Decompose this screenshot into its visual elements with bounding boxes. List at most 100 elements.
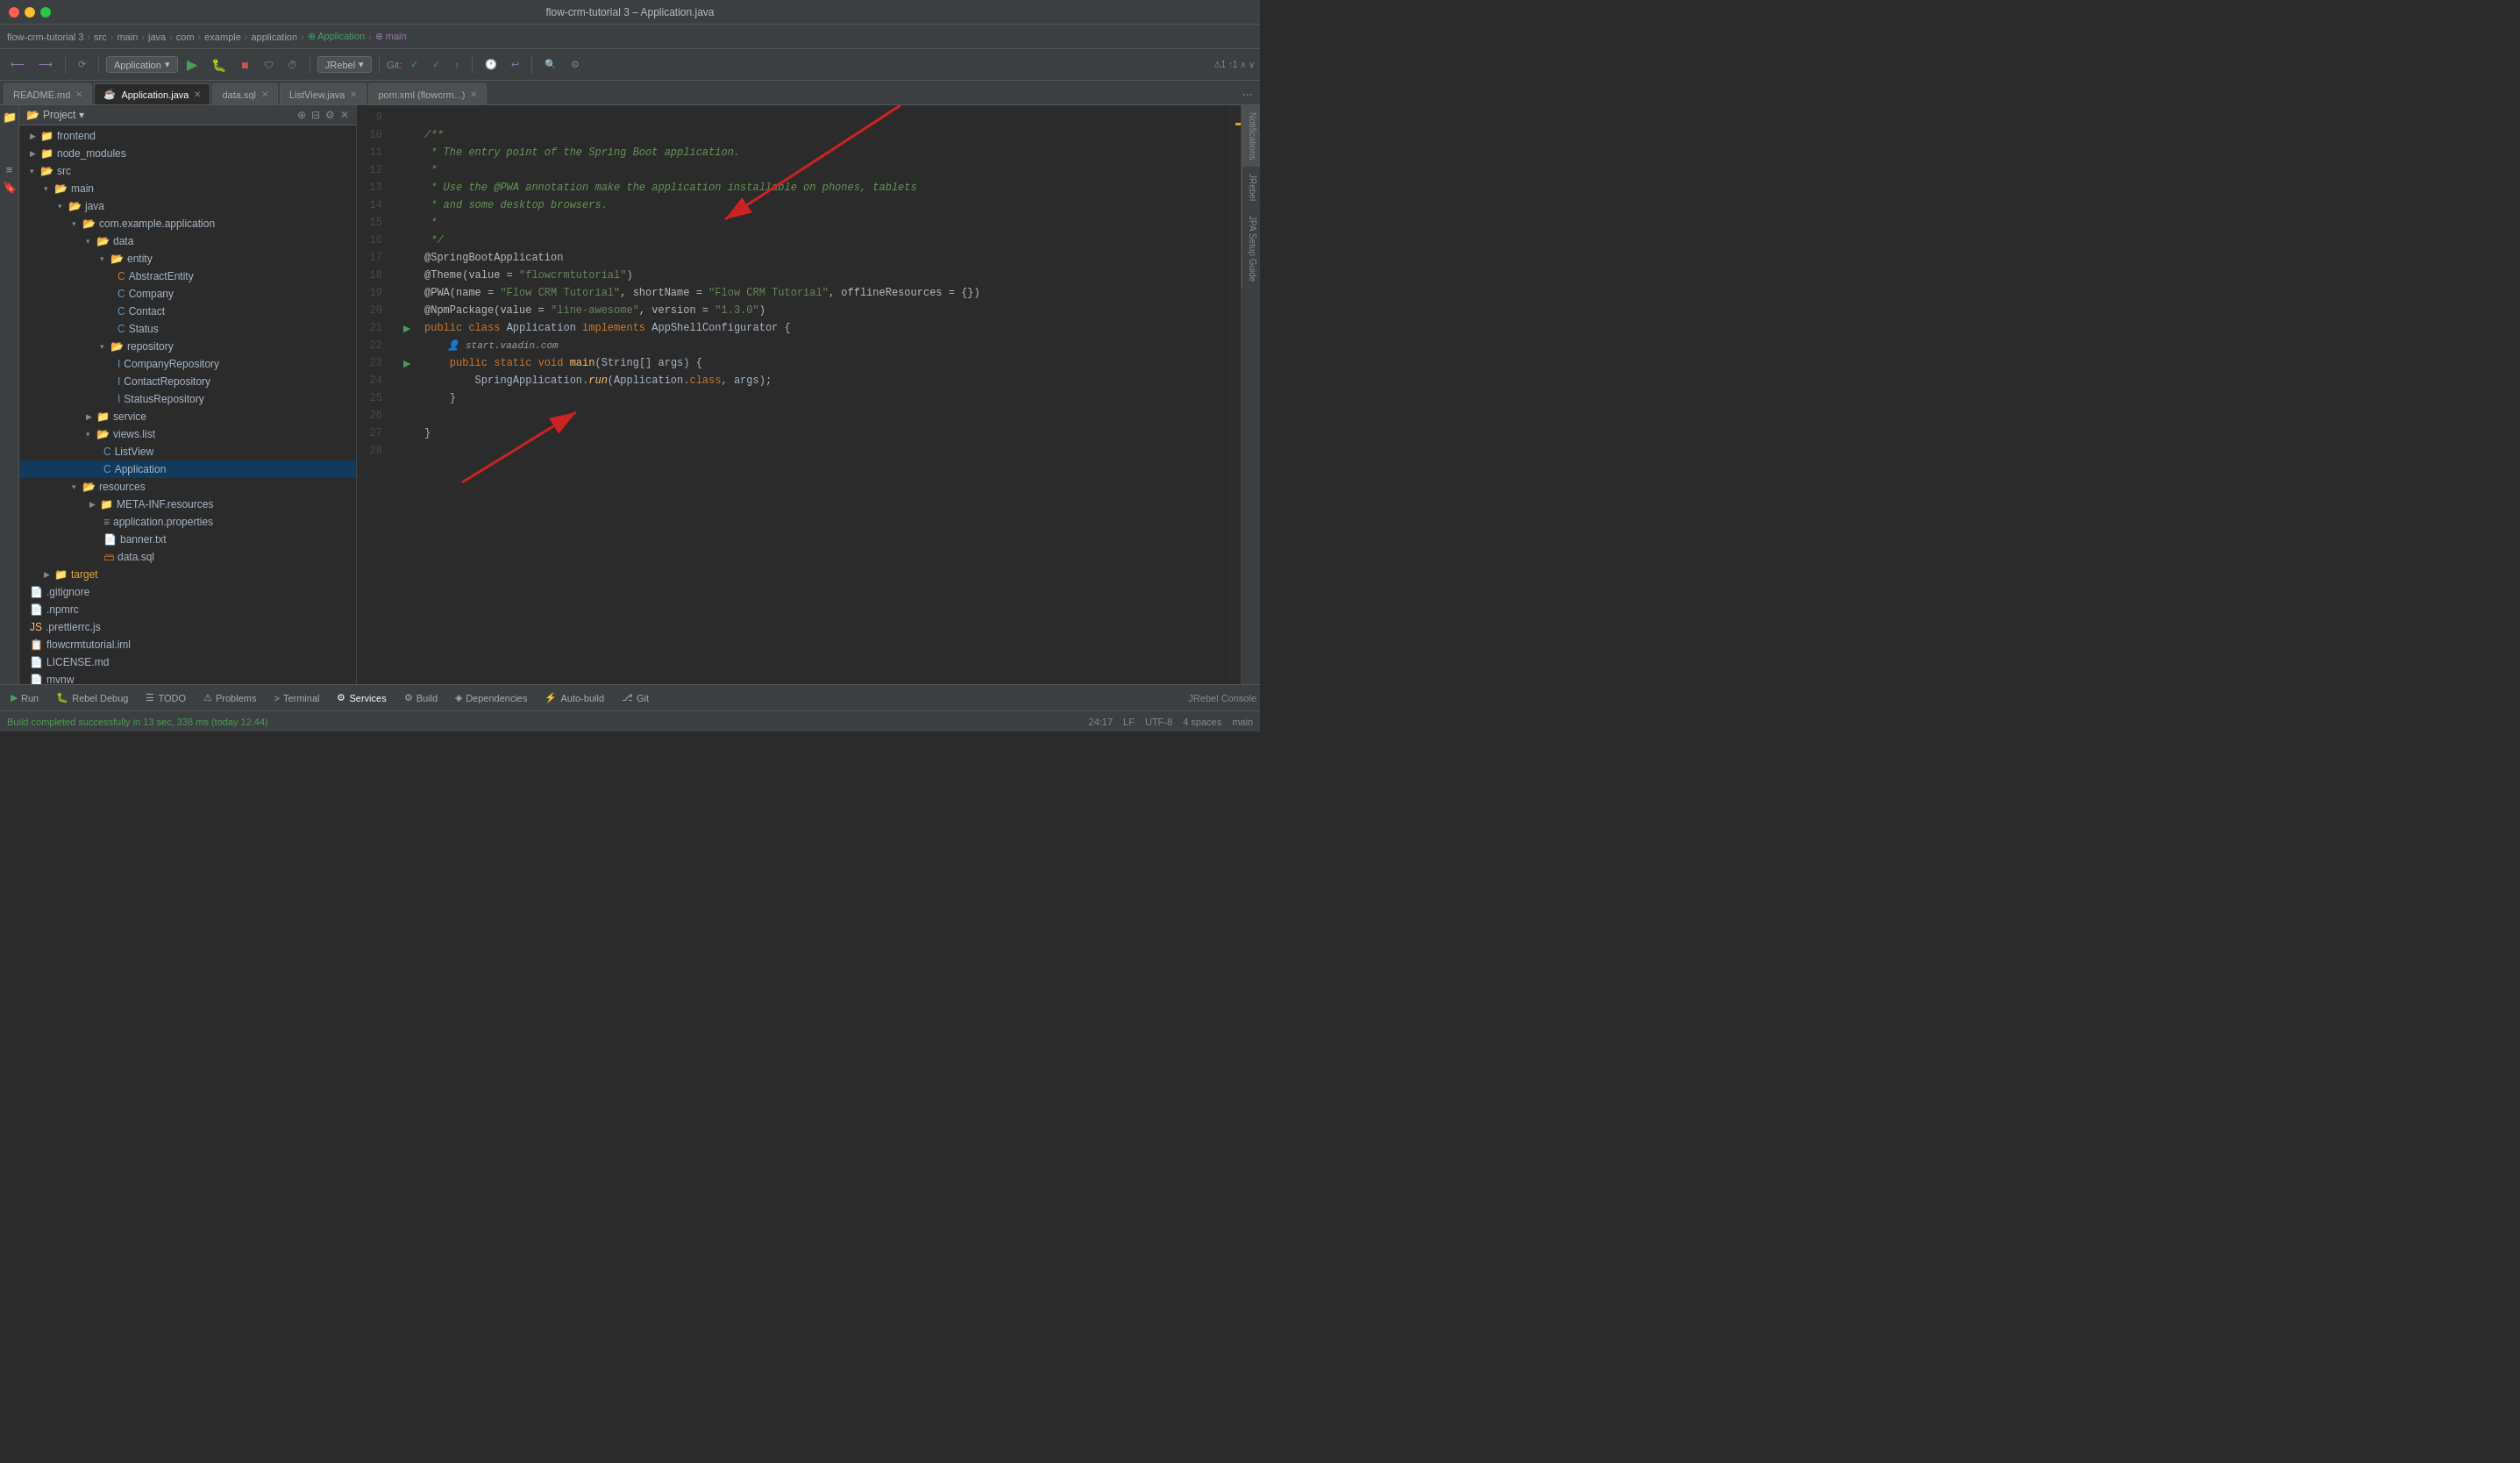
tree-item-banner[interactable]: 📄 banner.txt	[19, 531, 356, 548]
tree-item-meta-inf[interactable]: ▶ 📁 META-INF.resources	[19, 496, 356, 513]
structure-icon[interactable]: ≡	[2, 161, 18, 177]
code-content[interactable]: /** * The entry point of the Spring Boot…	[417, 105, 1230, 684]
settings-button[interactable]: ⚙	[566, 57, 585, 72]
tree-item-repository[interactable]: ▾ 📂 repository	[19, 338, 356, 355]
bookmarks-icon[interactable]: 🔖	[2, 179, 18, 195]
back-button[interactable]: ⟵	[5, 57, 30, 72]
jrebel-selector[interactable]: JRebel ▾	[317, 56, 372, 73]
jrebel-panel[interactable]: JRebel	[1242, 167, 1260, 208]
tab-listview[interactable]: ListView.java ✕	[280, 83, 367, 104]
tab-application-close[interactable]: ✕	[194, 89, 201, 99]
tree-item-status-repo[interactable]: I StatusRepository	[19, 390, 356, 408]
minimize-button[interactable]	[25, 7, 35, 18]
breadcrumb-application-file[interactable]: ⊕ Application	[308, 31, 365, 42]
tree-item-prettierrc[interactable]: JS .prettierrc.js	[19, 618, 356, 636]
cursor-position[interactable]: 24:17	[1089, 717, 1114, 727]
tree-item-service[interactable]: ▶ 📁 service	[19, 408, 356, 425]
breadcrumb-main[interactable]: main	[117, 32, 138, 42]
tree-item-entity[interactable]: ▾ 📂 entity	[19, 250, 356, 268]
tree-item-application[interactable]: C Application	[19, 460, 356, 478]
indent-info[interactable]: 4 spaces	[1183, 717, 1221, 727]
breadcrumb-application-pkg[interactable]: application	[252, 32, 298, 42]
tree-item-app-properties[interactable]: ≡ application.properties	[19, 513, 356, 531]
run-tool-button[interactable]: ▶ Run	[4, 690, 46, 705]
search-button[interactable]: 🔍	[539, 57, 562, 72]
tree-item-contact[interactable]: C Contact	[19, 303, 356, 320]
tree-item-abstractentity[interactable]: C AbstractEntity	[19, 268, 356, 285]
todo-button[interactable]: ☰ TODO	[139, 690, 193, 705]
breadcrumb-project[interactable]: flow-crm-tutorial 3	[7, 32, 83, 42]
git-commit-button[interactable]: ✓	[405, 57, 424, 72]
tree-item-gitignore[interactable]: 📄 .gitignore	[19, 583, 356, 601]
close-button[interactable]	[9, 7, 19, 18]
auto-build-button[interactable]: ⚡ Auto-build	[537, 690, 611, 705]
tree-item-main[interactable]: ▾ 📂 main	[19, 180, 356, 197]
tree-item-listview[interactable]: C ListView	[19, 443, 356, 460]
tree-item-status[interactable]: C Status	[19, 320, 356, 338]
tree-item-contact-repo[interactable]: I ContactRepository	[19, 373, 356, 390]
tree-item-views-list[interactable]: ▾ 📂 views.list	[19, 425, 356, 443]
history-button[interactable]: 🕐	[480, 57, 502, 72]
breadcrumb-example[interactable]: example	[204, 32, 241, 42]
undo-button[interactable]: ↩	[506, 57, 524, 72]
build-button[interactable]: ⚙ Build	[397, 690, 445, 705]
profile-button[interactable]: ⏱	[282, 58, 303, 72]
breadcrumb-main-method[interactable]: ⊕ main	[375, 31, 407, 42]
git-pull-button[interactable]: ↑	[449, 58, 465, 72]
stop-button[interactable]: ⏹	[235, 58, 255, 72]
tab-pomxml[interactable]: pom.xml (flowcrm...) ✕	[368, 83, 487, 104]
project-actions[interactable]: ⊕ ⊟ ⚙ ✕	[297, 109, 349, 121]
locate-icon[interactable]: ⊕	[297, 109, 306, 121]
debug-button[interactable]: 🐛	[206, 56, 231, 74]
gutter-23[interactable]: ▶	[396, 354, 417, 372]
tree-item-data-sql[interactable]: 🗃 data.sql	[19, 548, 356, 566]
tab-datasql[interactable]: data.sql ✕	[212, 83, 278, 104]
notifications-panel[interactable]: Notifications	[1242, 105, 1260, 167]
sync-button[interactable]: ⟳	[73, 57, 91, 72]
tree-item-data[interactable]: ▾ 📂 data	[19, 232, 356, 250]
tree-item-src[interactable]: ▾ 📂 src	[19, 162, 356, 180]
tab-datasql-close[interactable]: ✕	[261, 89, 268, 99]
tree-item-com-example[interactable]: ▾ 📂 com.example.application	[19, 215, 356, 232]
maximize-button[interactable]	[40, 7, 51, 18]
terminal-button[interactable]: > Terminal	[267, 691, 326, 705]
tree-item-java[interactable]: ▾ 📂 java	[19, 197, 356, 215]
tree-item-node-modules[interactable]: ▶ 📁 node_modules	[19, 145, 356, 162]
encoding[interactable]: UTF-8	[1145, 717, 1172, 727]
window-controls[interactable]	[9, 7, 51, 18]
breadcrumb-java[interactable]: java	[148, 32, 166, 42]
tab-listview-close[interactable]: ✕	[350, 89, 357, 99]
project-view-icon[interactable]: 📁	[2, 109, 18, 125]
tab-application[interactable]: ☕ Application.java ✕	[94, 83, 210, 104]
dependencies-button[interactable]: ◈ Dependencies	[448, 690, 534, 705]
git-push-button[interactable]: ✓	[427, 57, 445, 72]
run-button[interactable]: ▶	[182, 54, 203, 75]
coverage-button[interactable]: 🛡	[259, 58, 279, 72]
tree-item-mvnw[interactable]: 📄 mvnw	[19, 671, 356, 684]
jpa-setup-panel[interactable]: JPA Setup Guide	[1242, 209, 1260, 289]
problems-button[interactable]: ⚠ Problems	[196, 690, 263, 705]
forward-button[interactable]: ⟶	[33, 57, 58, 72]
rebel-debug-button[interactable]: 🐛 Rebel Debug	[49, 690, 135, 705]
close-panel-icon[interactable]: ✕	[340, 109, 349, 121]
tree-item-license[interactable]: 📄 LICENSE.md	[19, 653, 356, 671]
line-ending[interactable]: LF	[1123, 717, 1135, 727]
tree-item-company[interactable]: C Company	[19, 285, 356, 303]
breadcrumb-com[interactable]: com	[176, 32, 195, 42]
project-dropdown-icon[interactable]: ▾	[79, 109, 84, 121]
app-selector[interactable]: Application ▾	[106, 56, 178, 73]
tabs-overflow-button[interactable]: ⋯	[1239, 85, 1256, 104]
tree-item-frontend[interactable]: ▶ 📁 frontend	[19, 127, 356, 145]
gutter-21[interactable]: ▶	[396, 319, 417, 337]
breadcrumb-src[interactable]: src	[94, 32, 107, 42]
branch-info[interactable]: main	[1232, 717, 1253, 727]
options-icon[interactable]: ⚙	[325, 109, 335, 121]
tab-readme[interactable]: README.md ✕	[4, 83, 92, 104]
editor-content[interactable]: 9 10 11 12 13 14 15 16 17 18 19 20 21 22…	[357, 105, 1241, 684]
tree-item-resources[interactable]: ▾ 📂 resources	[19, 478, 356, 496]
tree-item-target[interactable]: ▶ 📁 target	[19, 566, 356, 583]
tree-item-npmrc[interactable]: 📄 .npmrc	[19, 601, 356, 618]
tab-readme-close[interactable]: ✕	[75, 89, 82, 99]
git-bottom-button[interactable]: ⎇ Git	[615, 690, 656, 705]
services-button[interactable]: ⚙ Services	[330, 690, 393, 705]
